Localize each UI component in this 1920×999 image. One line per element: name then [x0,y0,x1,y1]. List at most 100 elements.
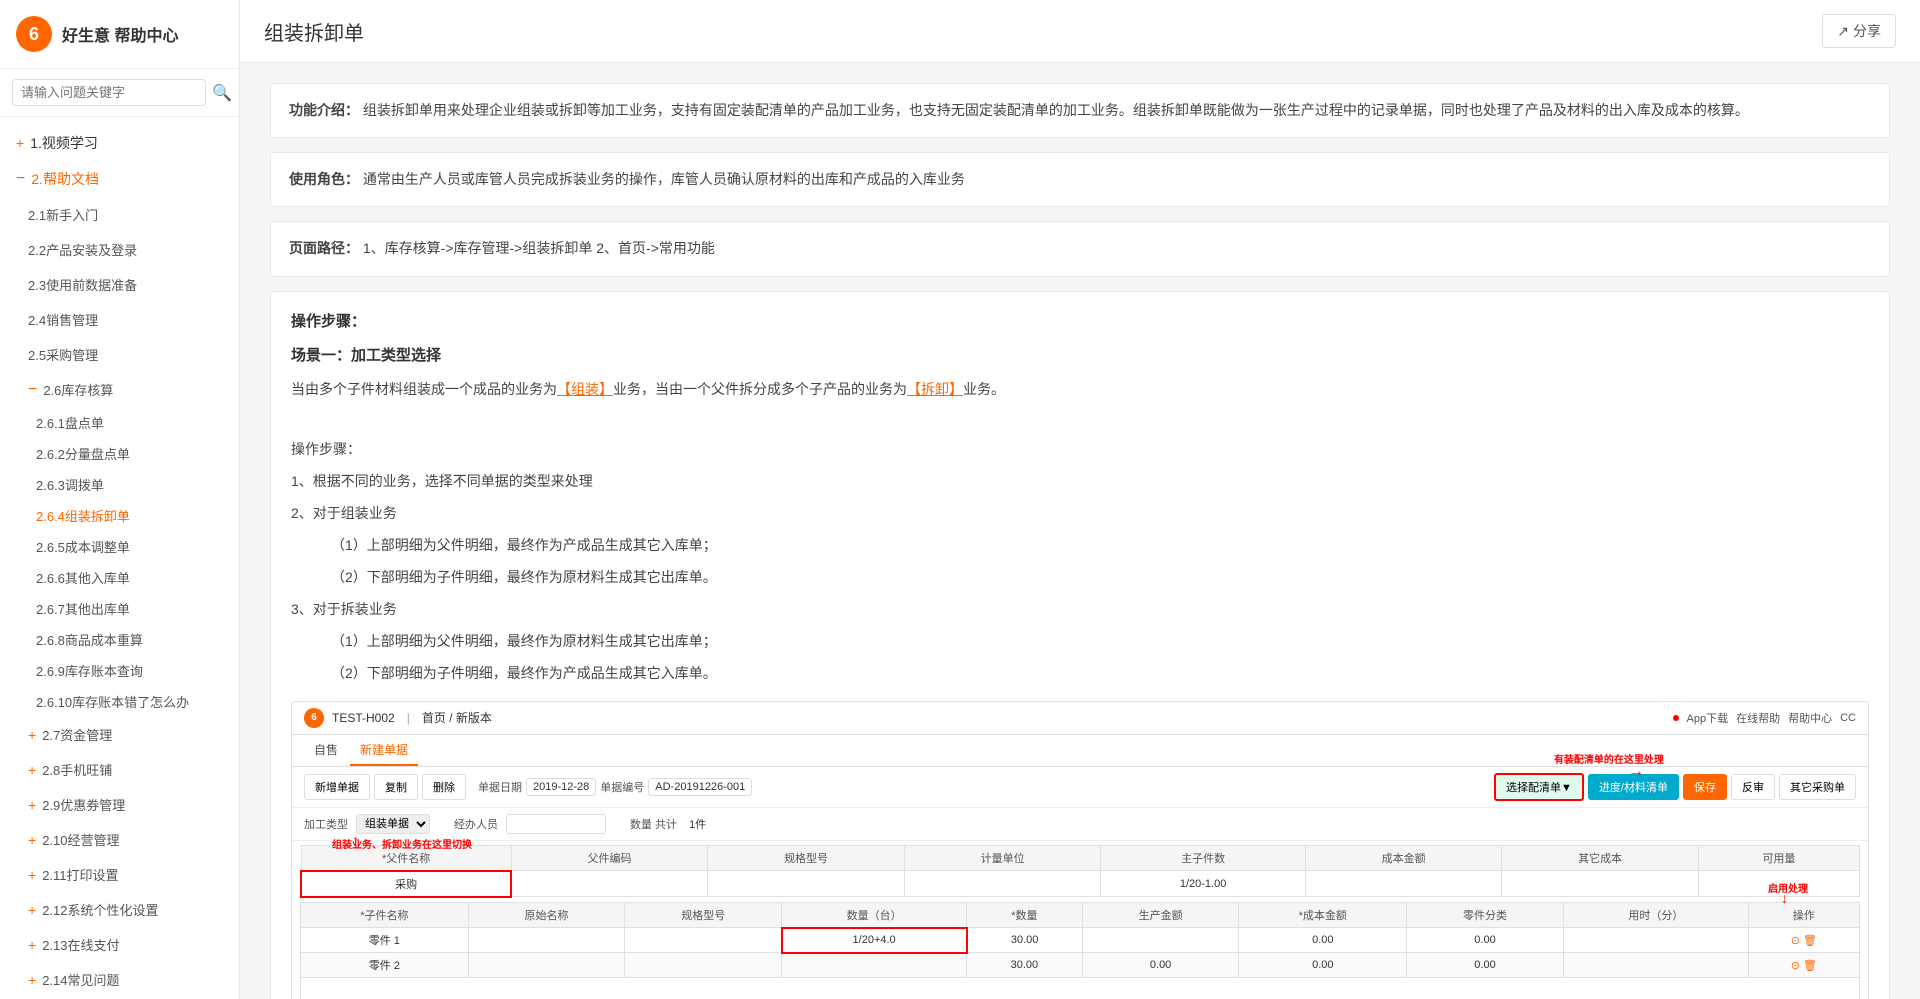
sidebar-item-2-3-label: 2.3使用前数据准备 [28,275,137,294]
sidebar-item-2-6-label: 2.6库存核算 [43,380,113,399]
sidebar-item-2-13[interactable]: + 2.13在线支付 [0,927,239,962]
ss-lower-td-cost-2: 0.00 [1239,953,1407,978]
logo-text: 好生意 帮助中心 [62,22,178,46]
sidebar-item-2-14[interactable]: + 2.14常见问题 [0,962,239,997]
ss-lower-td-qty-unit-1: 1/20+4.0 [782,928,967,953]
sidebar-item-2-5[interactable]: 2.5采购管理 [0,337,239,372]
ss-tab-home[interactable]: 自售 [304,735,348,766]
ss-qty-label: 数量 共计 [630,816,677,832]
sidebar-item-2-6[interactable]: − 2.6库存核算 [0,372,239,407]
table-row: 零件 2 30.00 0.00 0.00 0.00 ⊙ 🗑 [301,953,1860,978]
sidebar-item-2-6-8[interactable]: 2.6.8商品成本重算 [0,624,239,655]
ss-th-cost: 成本金额 [1305,845,1502,871]
ss-lower-td-qty-unit-2 [782,953,967,978]
collapse-icon-2-6: − [28,381,37,399]
ss-lower-td-cat-1: 0.00 [1407,928,1564,953]
table-row: 采购 1/20-1.00 [301,871,1860,897]
sidebar-item-2-7[interactable]: + 2.7资金管理 [0,717,239,752]
sidebar-item-2-1[interactable]: 2.1新手入门 [0,197,239,232]
ss-btn-save[interactable]: 保存 [1683,774,1727,800]
sidebar-item-2-2[interactable]: 2.2产品安装及登录 [0,232,239,267]
ss-th-child-name: *子件名称 [301,902,469,928]
ss-btn-other[interactable]: 其它采购单 [1779,774,1856,800]
expand-icon-2-8: + [28,762,36,778]
sidebar-item-2-6-10[interactable]: 2.6.10库存账本错了怎么办 [0,686,239,717]
sidebar-item-2-10[interactable]: + 2.10经营管理 [0,822,239,857]
ss-th-spec: 规格型号 [708,845,905,871]
sidebar-item-2-11[interactable]: + 2.11打印设置 [0,857,239,892]
table-row: 零件 1 1/20+4.0 30.00 0.00 0.00 ⊙ 🗑 [301,928,1860,953]
sidebar-item-2-6-4[interactable]: 2.6.4组装拆卸单 [0,500,239,531]
ss-lower-td-spec-1 [625,928,782,953]
ss-tab-new[interactable]: 新建单据 [350,735,418,766]
sidebar-item-2[interactable]: − 2.帮助文档 [0,161,239,197]
ss-icon-help: 在线帮助 [1736,710,1780,726]
ss-toolbar: 新增单据 复制 删除 单据日期 2019-12-28 单据编号 AD-20191… [292,767,1868,808]
ss-arrow3: ↓ [1781,890,1788,906]
ss-th-time: 用时（分） [1563,902,1748,928]
function-intro-text: 功能介绍： 组装拆卸单用来处理企业组装或拆卸等加工业务，支持有固定装配清单的产品… [289,98,1871,123]
ss-lower-table-header-row: *子件名称 原始名称 规格型号 数量（台） *数量 生产金额 *成本金额 零件分… [301,902,1860,928]
share-button[interactable]: ↗ 分享 [1822,14,1896,48]
ss-type-label: 加工类型 [304,816,348,832]
ss-lower-td-op-1[interactable]: ⊙ 🗑 [1748,928,1859,953]
sidebar-item-2-13-label: 2.13在线支付 [42,935,119,954]
ss-type-select[interactable]: 组装单据 拆卸单据 [356,814,430,834]
scenario1-title: 场景一：加工类型选择 [291,341,1869,371]
path-text: 页面路径： 1、库存核算->库存管理->组装拆卸单 2、首页->常用功能 [289,236,1871,261]
top-bar: 组装拆卸单 ↗ 分享 [240,0,1920,63]
ss-btn-select-list[interactable]: 选择配清单▼ [1494,773,1584,801]
step3-1: （1）上部明细为父件明细，最终作为原材料生成其它出库单； [291,627,1869,655]
role-content: 通常由生产人员或库管人员完成拆装业务的操作，库管人员确认原材料的出库和产成品的入… [363,171,965,187]
ss-btn-new[interactable]: 新增单据 [304,774,370,800]
expand-icon-2-9: + [28,797,36,813]
ss-lower-td-time-2 [1563,953,1748,978]
ss-arrow1: → [1628,763,1644,781]
sidebar-item-2-9[interactable]: + 2.9优惠券管理 [0,787,239,822]
ss-upper-table-header-row: *父件名称 父件编码 规格型号 计量单位 主子件数 成本金额 其它成本 可用量 [301,845,1860,871]
ss-th-child-cost: *成本金额 [1239,902,1407,928]
ss-btn-copy[interactable]: 复制 [374,774,418,800]
sidebar-item-2-6-9[interactable]: 2.6.9库存账本查询 [0,655,239,686]
sidebar-item-2-3[interactable]: 2.3使用前数据准备 [0,267,239,302]
search-button[interactable]: 🔍 [212,83,232,103]
sidebar-item-2-6-6[interactable]: 2.6.6其他入库单 [0,562,239,593]
expand-icon-2-14: + [28,972,36,988]
sidebar-item-2-4[interactable]: 2.4销售管理 [0,302,239,337]
ss-user: CC [1840,712,1856,724]
ss-th-subcount: 主子件数 [1101,845,1306,871]
ss-lower-td-op-2[interactable]: ⊙ 🗑 [1748,953,1859,978]
sidebar-item-2-6-5[interactable]: 2.6.5成本调整单 [0,531,239,562]
sidebar-item-2-12[interactable]: + 2.12系统个性化设置 [0,892,239,927]
ss-annotation3: 启用处理 [1768,880,1808,895]
logo-area: 6 好生意 帮助中心 [0,0,239,69]
sidebar-item-2-6-3[interactable]: 2.6.3调拨单 [0,469,239,500]
ss-th-child-spec: 规格型号 [625,902,782,928]
search-input[interactable] [12,79,206,106]
role-label: 使用角色： [289,171,359,187]
sidebar-item-2-8[interactable]: + 2.8手机旺铺 [0,752,239,787]
sidebar-item-2-6-2[interactable]: 2.6.2分量盘点单 [0,438,239,469]
ss-num-value: AD-20191226-001 [648,778,752,796]
ss-btn-delete[interactable]: 删除 [422,774,466,800]
ss-btn-reverse[interactable]: 反审 [1731,774,1775,800]
ss-red-dot [1673,715,1679,721]
ss-breadcrumb: 首页 / 新版本 [422,709,492,726]
ss-lower-td-cat-2: 0.00 [1407,953,1564,978]
ss-annotation-area1: 选择配清单▼ 有装配清单的在这里处理 → [1494,773,1584,801]
ss-header: 6 TEST-H002 | 首页 / 新版本 App下载 在线帮助 帮助中心 C… [292,702,1868,735]
ss-person-input[interactable] [506,814,606,834]
ss-upper-td-other [1502,871,1699,897]
logo-icon: 6 [16,16,52,52]
sidebar-item-2-6-1[interactable]: 2.6.1盘点单 [0,407,239,438]
sidebar-item-2-7-label: 2.7资金管理 [42,725,112,744]
sidebar-item-1[interactable]: + 1.视频学习 [0,125,239,161]
collapse-icon-2: − [16,170,25,188]
sidebar-item-2-6-7[interactable]: 2.6.7其他出库单 [0,593,239,624]
ss-person-label: 经办人员 [454,816,498,832]
operations-block: 操作步骤： 场景一：加工类型选择 当由多个子件材料组装成一个成品的业务为【组装】… [270,291,1890,999]
ss-arrow2: ↑ [352,832,359,848]
ss-upper-td-sub: 1/20-1.00 [1101,871,1306,897]
step2-2: （2）下部明细为子件明细，最终作为原材料生成其它出库单。 [291,563,1869,591]
ss-upper-td-name: 采购 [301,871,511,897]
